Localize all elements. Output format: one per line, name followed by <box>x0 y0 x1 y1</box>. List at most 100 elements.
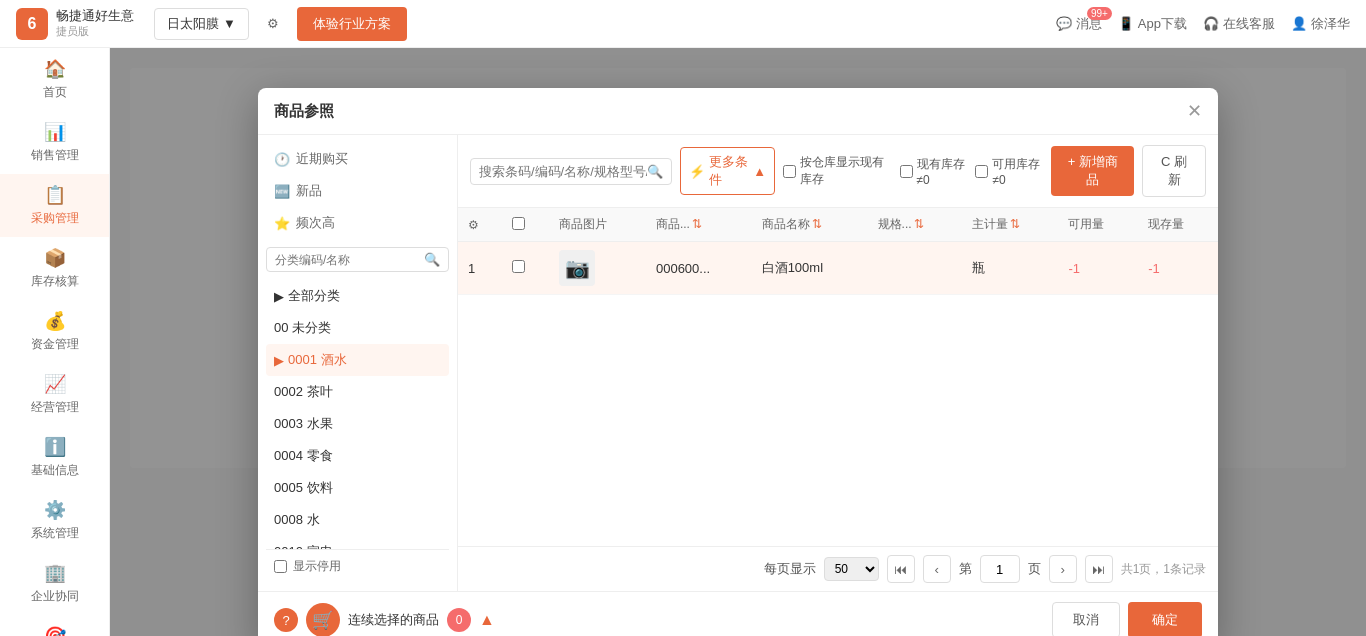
col-name[interactable]: 商品名称⇅ <box>752 208 868 242</box>
sidebar-item-enterprise[interactable]: 🏢 企业协同 <box>0 552 109 615</box>
row-checkbox-cell[interactable] <box>502 242 549 295</box>
sidebar-item-home[interactable]: 🏠 首页 <box>0 48 109 111</box>
category-appliances[interactable]: 0010 家电 <box>266 536 449 549</box>
sidebar-label-operation: 经营管理 <box>31 399 79 416</box>
cancel-button[interactable]: 取消 <box>1052 602 1120 636</box>
app-layout: 🏠 首页 📊 销售管理 📋 采购管理 📦 库存核算 💰 资金管理 📈 经营管理 … <box>0 48 1366 636</box>
category-tea[interactable]: 0002 茶叶 <box>266 376 449 408</box>
modal-left-panel: 🕐 近期购买 🆕 新品 ⭐ 频次高 🔍 <box>258 135 458 591</box>
sidebar-label-finance: 资金管理 <box>31 336 79 353</box>
recent-label: 近期购买 <box>296 150 348 168</box>
col-code[interactable]: 商品...⇅ <box>646 208 752 242</box>
product-search-box: 🔍 <box>470 158 672 185</box>
available-stock-filter[interactable]: 可用库存≠0 <box>975 156 1043 187</box>
category-uncategorized-label: 00 未分类 <box>274 320 331 335</box>
per-page-select[interactable]: 50 100 200 <box>824 557 879 581</box>
more-filter-button[interactable]: ⚡ 更多条件 ▲ <box>680 147 775 195</box>
confirm-button[interactable]: 确定 <box>1128 602 1202 636</box>
messages-button[interactable]: 💬 消息 99+ <box>1056 15 1102 33</box>
col-available[interactable]: 可用量 <box>1058 208 1138 242</box>
mobile-icon: 📱 <box>1118 16 1134 31</box>
chevron-up-icon: ▲ <box>753 164 766 179</box>
user-avatar[interactable]: 👤 徐泽华 <box>1291 15 1350 33</box>
category-fruit[interactable]: 0003 水果 <box>266 408 449 440</box>
col-settings[interactable]: ⚙ <box>458 208 502 242</box>
show-disabled-checkbox[interactable] <box>274 560 287 573</box>
search-icon[interactable]: 🔍 <box>424 252 440 267</box>
modal-right-panel: 🔍 ⚡ 更多条件 ▲ 按仓库显示现有库存 <box>458 135 1218 591</box>
product-reference-modal: 商品参照 ✕ 🕐 近期购买 🆕 新品 <box>258 88 1218 636</box>
row-unit: 瓶 <box>962 242 1059 295</box>
quick-filter-recent[interactable]: 🕐 近期购买 <box>266 143 449 175</box>
page-input[interactable] <box>980 555 1020 583</box>
online-service-button[interactable]: 🎧 在线客服 <box>1203 15 1275 33</box>
col-checkbox[interactable] <box>502 208 549 242</box>
product-table: ⚙ 商品图片 商品...⇅ 商品名称⇅ 规格...⇅ 主计量⇅ 可用量 现存量 <box>458 208 1218 546</box>
category-snack[interactable]: 0004 零食 <box>266 440 449 472</box>
enterprise-icon: 🏢 <box>44 562 66 584</box>
cart-icon[interactable]: 🛒 <box>306 603 340 636</box>
chevron-down-icon: ▼ <box>223 16 236 31</box>
page-label-2: 页 <box>1028 560 1041 578</box>
settings-icon[interactable]: ⚙ <box>257 8 289 40</box>
logo-name: 畅捷通好生意 <box>56 8 134 25</box>
app-download-button[interactable]: 📱 App下载 <box>1118 15 1187 33</box>
last-page-button[interactable]: ⏭ <box>1085 555 1113 583</box>
sidebar-label-purchase: 采购管理 <box>31 210 79 227</box>
category-water[interactable]: 0008 水 <box>266 504 449 536</box>
col-unit[interactable]: 主计量⇅ <box>962 208 1059 242</box>
col-stock[interactable]: 现存量 <box>1138 208 1218 242</box>
modal-close-button[interactable]: ✕ <box>1187 100 1202 122</box>
product-search-input[interactable] <box>479 164 647 179</box>
quick-filter-frequent[interactable]: ⭐ 频次高 <box>266 207 449 239</box>
col-image[interactable]: 商品图片 <box>549 208 646 242</box>
row-checkbox[interactable] <box>512 260 525 273</box>
refresh-button[interactable]: C 刷新 <box>1142 145 1206 197</box>
category-uncategorized[interactable]: 00 未分类 <box>266 312 449 344</box>
operation-icon: 📈 <box>44 373 66 395</box>
row-stock: -1 <box>1138 242 1218 295</box>
total-info: 共1页，1条记录 <box>1121 561 1206 578</box>
category-all[interactable]: ▶ 全部分类 <box>266 280 449 312</box>
star-icon: ⭐ <box>274 216 290 231</box>
experience-button[interactable]: 体验行业方案 <box>297 7 407 41</box>
warehouse-stock-checkbox[interactable] <box>783 165 796 178</box>
category-alcohol[interactable]: ▶ 0001 酒水 <box>266 344 449 376</box>
category-beverage[interactable]: 0005 饮料 <box>266 472 449 504</box>
online-service-label: 在线客服 <box>1223 15 1275 33</box>
sidebar-item-operation[interactable]: 📈 经营管理 <box>0 363 109 426</box>
finance-icon: 💰 <box>44 310 66 332</box>
nonzero-stock-checkbox[interactable] <box>900 165 913 178</box>
sidebar-item-inventory[interactable]: 📦 库存核算 <box>0 237 109 300</box>
first-page-button[interactable]: ⏮ <box>887 555 915 583</box>
next-page-button[interactable]: › <box>1049 555 1077 583</box>
category-search-input[interactable] <box>275 253 420 267</box>
sidebar-item-finance[interactable]: 💰 资金管理 <box>0 300 109 363</box>
nav-dropdown-label: 日太阳膜 <box>167 15 219 33</box>
search-icon-2[interactable]: 🔍 <box>647 164 663 179</box>
warehouse-stock-filter[interactable]: 按仓库显示现有库存 <box>783 154 891 188</box>
quick-filter-new[interactable]: 🆕 新品 <box>266 175 449 207</box>
modal-toolbar: 🔍 ⚡ 更多条件 ▲ 按仓库显示现有库存 <box>458 135 1218 208</box>
frequent-label: 频次高 <box>296 214 335 232</box>
inventory-icon: 📦 <box>44 247 66 269</box>
sidebar-item-guide[interactable]: 🎯 新手引导 <box>0 615 109 636</box>
help-button[interactable]: ? <box>274 608 298 632</box>
nav-dropdown[interactable]: 日太阳膜 ▼ <box>154 8 249 40</box>
nonzero-stock-filter[interactable]: 现有库存≠0 <box>900 156 968 187</box>
select-all-checkbox[interactable] <box>512 217 525 230</box>
sidebar-item-basic[interactable]: ℹ️ 基础信息 <box>0 426 109 489</box>
add-product-button[interactable]: + 新增商品 <box>1051 146 1134 196</box>
available-stock-checkbox[interactable] <box>975 165 988 178</box>
show-disabled-label: 显示停用 <box>293 558 341 575</box>
sidebar-item-sales[interactable]: 📊 销售管理 <box>0 111 109 174</box>
collapse-arrow[interactable]: ▲ <box>479 611 495 629</box>
prev-page-button[interactable]: ‹ <box>923 555 951 583</box>
top-nav: 6 畅捷通好生意 捷员版 日太阳膜 ▼ ⚙ 体验行业方案 💬 消息 99+ 📱 … <box>0 0 1366 48</box>
table-row[interactable]: 1 📷 000600... 白酒100ml 瓶 <box>458 242 1218 295</box>
col-spec[interactable]: 规格...⇅ <box>868 208 962 242</box>
sidebar-item-purchase[interactable]: 📋 采购管理 <box>0 174 109 237</box>
sidebar-item-system[interactable]: ⚙️ 系统管理 <box>0 489 109 552</box>
category-snack-label: 0004 零食 <box>274 448 333 463</box>
system-icon: ⚙️ <box>44 499 66 521</box>
